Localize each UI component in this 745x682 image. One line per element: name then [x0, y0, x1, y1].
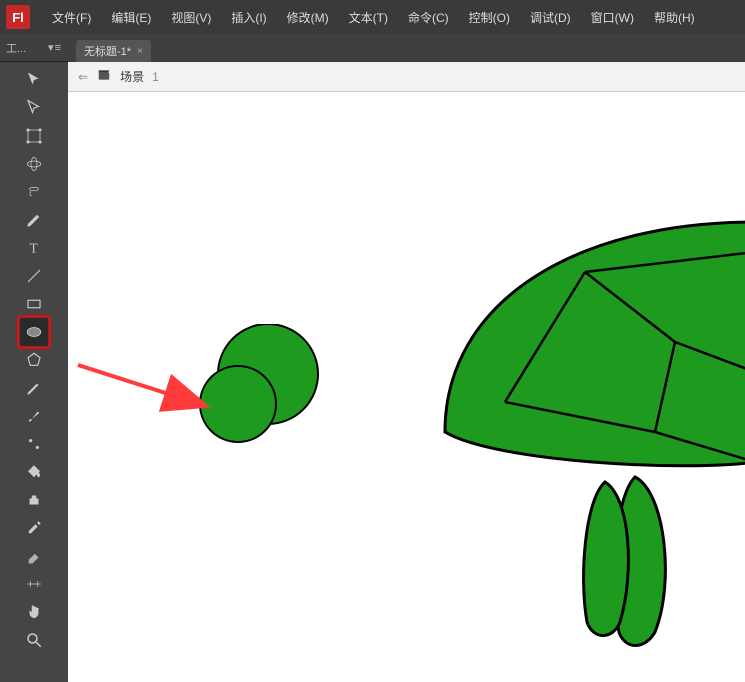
rectangle-tool[interactable]: [20, 290, 48, 318]
menu-help[interactable]: 帮助(H): [644, 0, 705, 34]
menu-insert[interactable]: 插入(I): [221, 0, 276, 34]
turtle-leg-shape[interactable]: [575, 472, 695, 655]
subselection-tool[interactable]: [20, 94, 48, 122]
menu-debug[interactable]: 调试(D): [520, 0, 581, 34]
scene-number: 1: [152, 70, 159, 84]
menu-command[interactable]: 命令(C): [398, 0, 459, 34]
tools-panel-title: 工...: [6, 40, 26, 56]
brush-tool[interactable]: [20, 402, 48, 430]
turtle-head-shape[interactable]: [198, 324, 328, 457]
tools-panel-header: 工... ▾≡: [0, 34, 68, 62]
eraser-tool[interactable]: [20, 542, 48, 570]
scene-bar: ⇐ 场景 1: [68, 62, 745, 92]
zoom-tool[interactable]: [20, 626, 48, 654]
toolbox: T: [0, 62, 68, 682]
hand-tool[interactable]: [20, 598, 48, 626]
menu-view[interactable]: 视图(V): [161, 0, 221, 34]
tab-title: 无标题-1*: [84, 43, 131, 59]
menubar: Fl 文件(F) 编辑(E) 视图(V) 插入(I) 修改(M) 文本(T) 命…: [0, 0, 745, 34]
svg-text:T: T: [30, 241, 39, 256]
paint-bucket-tool[interactable]: [20, 458, 48, 486]
scene-label[interactable]: 场景: [120, 68, 144, 85]
app-logo: Fl: [6, 5, 30, 29]
3d-rotation-tool[interactable]: [20, 150, 48, 178]
eyedropper-tool[interactable]: [20, 514, 48, 542]
scene-clapper-icon: [96, 68, 112, 85]
document-tabbar: 无标题-1* ×: [68, 34, 745, 62]
panel-menu-icon[interactable]: ▾≡: [48, 41, 62, 54]
document-tab[interactable]: 无标题-1* ×: [76, 40, 151, 62]
bone-tool[interactable]: [20, 430, 48, 458]
stage-canvas[interactable]: [68, 92, 745, 682]
polystar-tool[interactable]: [20, 346, 48, 374]
oval-tool[interactable]: [20, 318, 48, 346]
selection-tool[interactable]: [20, 66, 48, 94]
lasso-tool[interactable]: [20, 178, 48, 206]
pen-tool[interactable]: [20, 206, 48, 234]
line-tool[interactable]: [20, 262, 48, 290]
menu-window[interactable]: 窗口(W): [581, 0, 644, 34]
turtle-shell-shape[interactable]: [435, 212, 745, 515]
pencil-tool[interactable]: [20, 374, 48, 402]
ink-bottle-tool[interactable]: [20, 486, 48, 514]
scene-back-icon[interactable]: ⇐: [78, 70, 88, 84]
free-transform-tool[interactable]: [20, 122, 48, 150]
tab-close-icon[interactable]: ×: [137, 46, 143, 57]
menu-text[interactable]: 文本(T): [339, 0, 398, 34]
text-tool[interactable]: T: [20, 234, 48, 262]
menu-file[interactable]: 文件(F): [42, 0, 101, 34]
width-tool[interactable]: [20, 570, 48, 598]
menu-control[interactable]: 控制(O): [459, 0, 520, 34]
menu-modify[interactable]: 修改(M): [277, 0, 339, 34]
menu-edit[interactable]: 编辑(E): [101, 0, 161, 34]
